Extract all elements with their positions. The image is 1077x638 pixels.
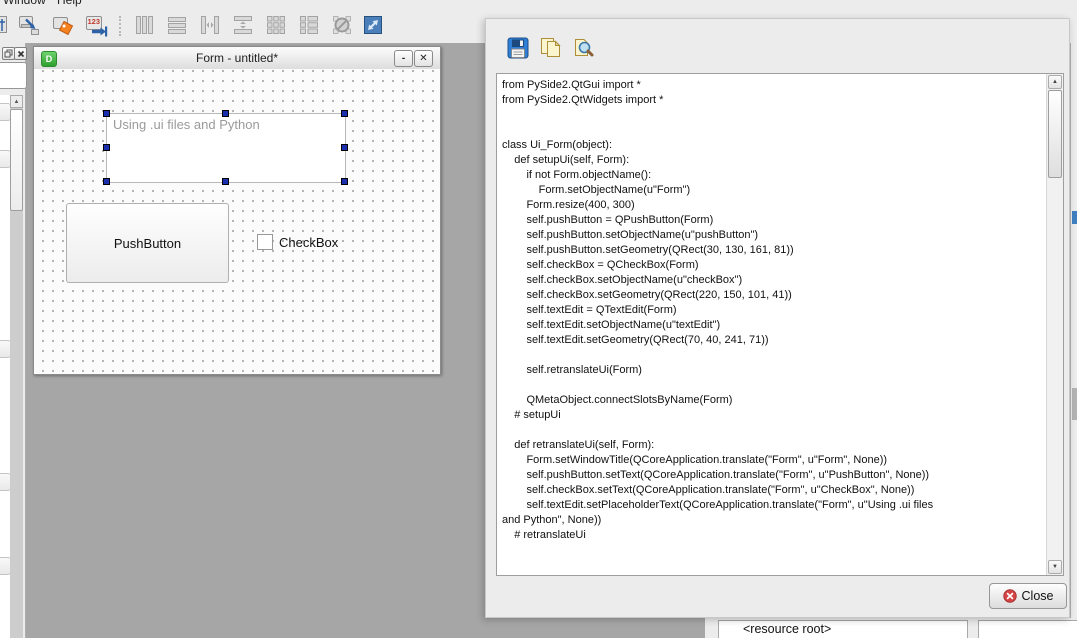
right-dock-selection-mark bbox=[1072, 211, 1077, 224]
designer-window-icon: D bbox=[41, 51, 57, 67]
close-button-label: Close bbox=[1022, 589, 1054, 603]
layout-form-icon bbox=[297, 13, 321, 37]
textedit-widget[interactable]: Using .ui files and Python bbox=[106, 113, 346, 183]
splitter-horizontal-icon bbox=[198, 13, 222, 37]
scroll-up-arrow-icon[interactable]: ▲ bbox=[1048, 75, 1062, 89]
buddy-tag-icon bbox=[51, 13, 75, 37]
selection-handle-s[interactable] bbox=[222, 178, 229, 185]
find-button[interactable] bbox=[569, 34, 596, 61]
widget-box-dock: ▲ bbox=[0, 43, 26, 638]
scroll-down-arrow-icon[interactable]: ▼ bbox=[1048, 560, 1062, 574]
close-circle-icon bbox=[1003, 589, 1017, 603]
menubar: Window Help bbox=[0, 0, 1077, 9]
lay-out-form-layout-button[interactable] bbox=[296, 12, 322, 38]
tab-order-123-icon: 123 bbox=[84, 13, 108, 37]
code-view-frame: from PySide2.QtGui import * from PySide2… bbox=[496, 73, 1064, 576]
dock-close-icon bbox=[17, 50, 25, 58]
form-window-title: Form - untitled* bbox=[34, 51, 440, 65]
selection-handle-ne[interactable] bbox=[341, 110, 348, 117]
break-layout-icon bbox=[330, 13, 354, 37]
find-magnifier-icon bbox=[571, 37, 595, 59]
widget-filter-input[interactable] bbox=[0, 62, 27, 89]
selection-handle-sw[interactable] bbox=[103, 178, 110, 185]
adjust-size-button[interactable] bbox=[360, 12, 386, 38]
toolbar-separator bbox=[119, 16, 121, 36]
form-canvas[interactable]: Using .ui files and Python PushButton Ch… bbox=[34, 69, 440, 374]
lay-out-grid-button[interactable] bbox=[263, 12, 289, 38]
view-python-code-dialog: from PySide2.QtGui import * from PySide2… bbox=[485, 18, 1070, 618]
widget-box-scroll-thumb[interactable] bbox=[10, 109, 23, 211]
dock-float-icon bbox=[4, 49, 13, 58]
lay-out-vertical-splitter-button[interactable] bbox=[230, 12, 256, 38]
resource-browser-dock: <resource root> bbox=[705, 618, 1077, 638]
edit-tab-order-button[interactable]: 123 bbox=[83, 12, 109, 38]
checkbox-label: CheckBox bbox=[279, 235, 338, 250]
copy-pages-icon bbox=[539, 37, 563, 59]
layout-columns-icon bbox=[132, 13, 156, 37]
menu-help[interactable]: Help bbox=[57, 0, 82, 7]
layout-grid-icon bbox=[264, 13, 288, 37]
layout-rows-icon bbox=[165, 13, 189, 37]
save-button[interactable] bbox=[504, 34, 531, 61]
edit-widgets-button[interactable] bbox=[0, 12, 12, 38]
form-close-button[interactable]: ✕ bbox=[414, 50, 433, 67]
edit-widgets-icon bbox=[0, 13, 11, 37]
pushbutton-widget[interactable]: PushButton bbox=[66, 203, 229, 283]
edit-buddies-button[interactable] bbox=[50, 12, 76, 38]
widget-box-list[interactable] bbox=[0, 95, 10, 638]
signal-slot-icon bbox=[17, 13, 41, 37]
selection-handle-w[interactable] bbox=[103, 144, 110, 151]
copy-button[interactable] bbox=[537, 34, 564, 61]
save-floppy-icon bbox=[507, 37, 529, 59]
textedit-placeholder: Using .ui files and Python bbox=[107, 114, 345, 135]
resource-root-item[interactable]: <resource root> bbox=[718, 620, 968, 638]
qt-designer-screen: Window Help 123 bbox=[0, 0, 1077, 638]
selection-handle-nw[interactable] bbox=[103, 110, 110, 117]
lay-out-horizontally-button[interactable] bbox=[131, 12, 157, 38]
right-dock-sliver bbox=[1070, 43, 1077, 638]
form-designer-window: D Form - untitled* - ✕ Using .ui files a… bbox=[33, 46, 441, 375]
selection-handle-e[interactable] bbox=[341, 144, 348, 151]
selection-handle-se[interactable] bbox=[341, 178, 348, 185]
resource-detail-panel bbox=[978, 620, 1077, 638]
tab-order-digits: 123 bbox=[88, 17, 101, 26]
close-button[interactable]: Close bbox=[989, 583, 1067, 609]
form-minimize-button[interactable]: - bbox=[394, 50, 413, 67]
checkbox-widget[interactable]: CheckBox bbox=[257, 234, 338, 250]
code-scroll-thumb[interactable] bbox=[1048, 90, 1062, 178]
checkbox-box[interactable] bbox=[257, 234, 273, 250]
lay-out-horizontal-splitter-button[interactable] bbox=[197, 12, 223, 38]
edit-signals-slots-button[interactable] bbox=[16, 12, 42, 38]
generated-python-code[interactable]: from PySide2.QtGui import * from PySide2… bbox=[497, 74, 1046, 575]
lay-out-vertically-button[interactable] bbox=[164, 12, 190, 38]
code-scrollbar[interactable]: ▲ ▼ bbox=[1046, 74, 1063, 575]
dock-close-button[interactable] bbox=[14, 47, 27, 60]
menu-window[interactable]: Window bbox=[3, 0, 46, 7]
adjust-size-icon bbox=[361, 13, 385, 37]
scroll-up-arrow-icon[interactable]: ▲ bbox=[10, 95, 23, 108]
widget-box-scrollbar[interactable]: ▲ bbox=[10, 95, 23, 638]
form-window-titlebar[interactable]: D Form - untitled* - ✕ bbox=[34, 47, 440, 70]
selection-handle-n[interactable] bbox=[222, 110, 229, 117]
splitter-vertical-icon bbox=[231, 13, 255, 37]
break-layout-button[interactable] bbox=[329, 12, 355, 38]
right-dock-scroll-mark bbox=[1072, 388, 1077, 420]
